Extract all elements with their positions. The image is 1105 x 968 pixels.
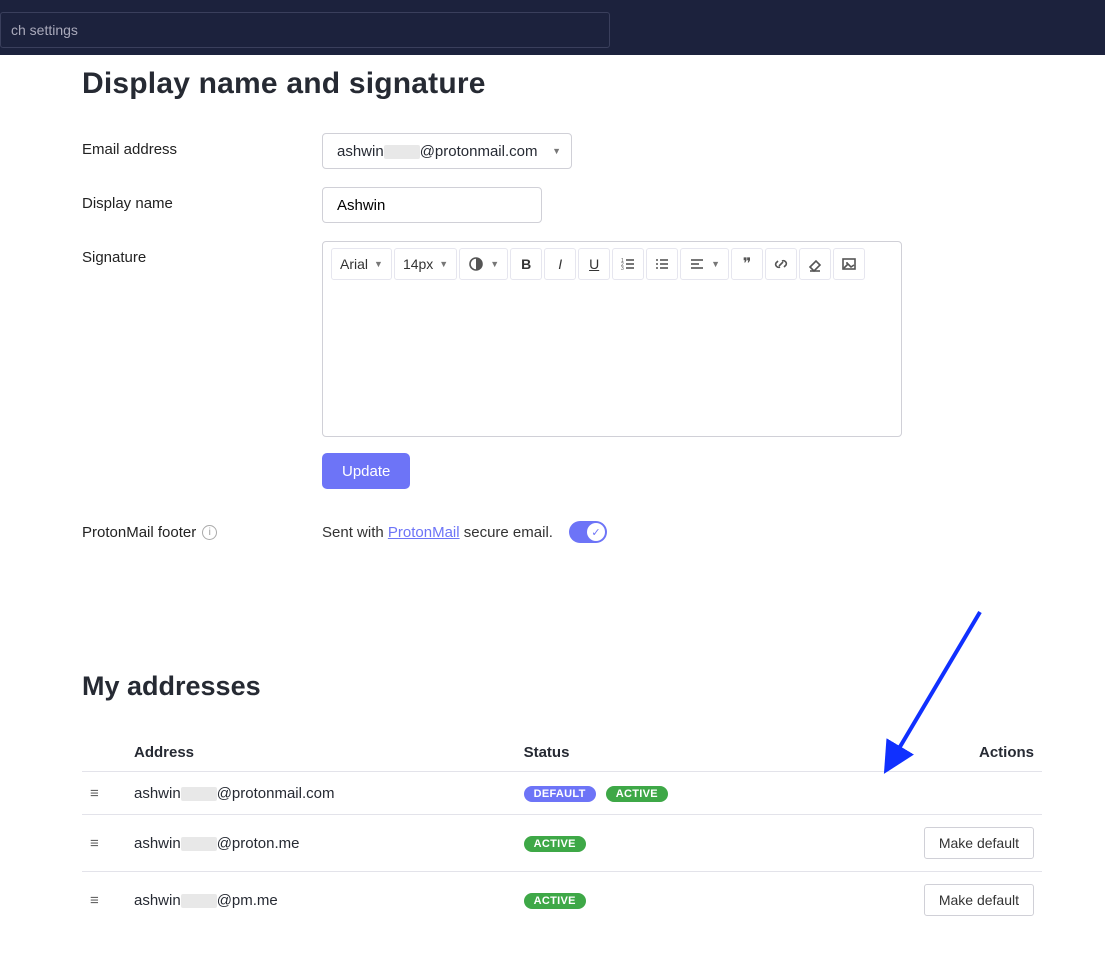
topbar	[0, 0, 1105, 55]
footer-content: Sent with ProtonMail secure email. ✓	[322, 521, 1023, 543]
address-cell: ashwin@pm.me	[126, 872, 516, 929]
eraser-icon	[807, 256, 823, 272]
check-icon: ✓	[587, 523, 605, 541]
italic-button[interactable]: I	[544, 248, 576, 280]
search-input[interactable]	[0, 12, 610, 48]
col-address: Address	[126, 734, 516, 772]
row-footer: ProtonMail footer i Sent with ProtonMail…	[82, 521, 1023, 543]
active-badge: ACTIVE	[524, 836, 586, 852]
chevron-down-icon: ▼	[711, 259, 720, 269]
col-status: Status	[516, 734, 815, 772]
chevron-down-icon: ▼	[552, 146, 561, 156]
status-cell: ACTIVE	[516, 872, 815, 929]
signature-editor: Arial▼ 14px▼ ▼ B I U 123 ▼ ❞	[322, 241, 902, 437]
protonmail-link[interactable]: ProtonMail	[388, 524, 460, 541]
email-select-value: ashwin@protonmail.com	[337, 143, 537, 160]
label-signature: Signature	[82, 241, 322, 266]
bold-button[interactable]: B	[510, 248, 542, 280]
align-left-icon	[689, 256, 705, 272]
unordered-list-icon	[654, 256, 670, 272]
redacted	[181, 837, 217, 851]
clear-format-button[interactable]	[799, 248, 831, 280]
status-cell: DEFAULT ACTIVE	[516, 772, 815, 815]
color-select[interactable]: ▼	[459, 248, 508, 280]
drag-handle-icon[interactable]: ≡	[82, 815, 126, 872]
ordered-list-button[interactable]: 123	[612, 248, 644, 280]
link-button[interactable]	[765, 248, 797, 280]
col-actions: Actions	[815, 734, 1042, 772]
bold-icon: B	[521, 256, 531, 272]
info-icon[interactable]: i	[202, 525, 217, 540]
active-badge: ACTIVE	[606, 786, 668, 802]
unordered-list-button[interactable]	[646, 248, 678, 280]
row-email: Email address ashwin@protonmail.com ▼	[82, 133, 1023, 169]
email-select[interactable]: ashwin@protonmail.com ▼	[322, 133, 572, 169]
chevron-down-icon: ▼	[374, 259, 383, 269]
drag-handle-icon[interactable]: ≡	[82, 872, 126, 929]
address-cell: ashwin@proton.me	[126, 815, 516, 872]
align-select[interactable]: ▼	[680, 248, 729, 280]
label-footer: ProtonMail footer i	[82, 524, 322, 541]
make-default-button[interactable]: Make default	[924, 884, 1034, 916]
drag-handle-icon[interactable]: ≡	[82, 772, 126, 815]
make-default-button[interactable]: Make default	[924, 827, 1034, 859]
label-email: Email address	[82, 133, 322, 158]
addresses-table: Address Status Actions ≡ ashwin@protonma…	[82, 734, 1042, 928]
ordered-list-icon: 123	[620, 256, 636, 272]
status-cell: ACTIVE	[516, 815, 815, 872]
editor-toolbar: Arial▼ 14px▼ ▼ B I U 123 ▼ ❞	[323, 242, 901, 286]
section-title-addresses: My addresses	[82, 671, 1023, 702]
italic-icon: I	[558, 256, 562, 272]
section-title-identity: Display name and signature	[82, 67, 1023, 101]
page-content: Display name and signature Email address…	[0, 67, 1105, 968]
table-row: ≡ ashwin@proton.me ACTIVE Make default	[82, 815, 1042, 872]
contrast-icon	[468, 256, 484, 272]
active-badge: ACTIVE	[524, 893, 586, 909]
insert-image-button[interactable]	[833, 248, 865, 280]
quote-icon: ❞	[743, 254, 752, 274]
redacted	[181, 894, 217, 908]
image-icon	[841, 256, 857, 272]
table-row: ≡ ashwin@protonmail.com DEFAULT ACTIVE	[82, 772, 1042, 815]
row-signature: Signature Arial▼ 14px▼ ▼ B I U 123 ▼ ❞	[82, 241, 1023, 489]
font-size-select[interactable]: 14px▼	[394, 248, 457, 280]
svg-text:3: 3	[621, 266, 624, 272]
chevron-down-icon: ▼	[490, 259, 499, 269]
chevron-down-icon: ▼	[439, 259, 448, 269]
table-row: ≡ ashwin@pm.me ACTIVE Make default	[82, 872, 1042, 929]
redacted	[181, 787, 217, 801]
underline-button[interactable]: U	[578, 248, 610, 280]
quote-button[interactable]: ❞	[731, 248, 763, 280]
link-icon	[773, 256, 789, 272]
underline-icon: U	[589, 256, 599, 272]
signature-textarea[interactable]	[323, 286, 901, 436]
address-cell: ashwin@protonmail.com	[126, 772, 516, 815]
row-display-name: Display name	[82, 187, 1023, 223]
display-name-input[interactable]	[322, 187, 542, 223]
update-button[interactable]: Update	[322, 453, 410, 489]
default-badge: DEFAULT	[524, 786, 596, 802]
footer-toggle[interactable]: ✓	[569, 521, 607, 543]
redacted	[384, 145, 420, 159]
font-family-select[interactable]: Arial▼	[331, 248, 392, 280]
label-display-name: Display name	[82, 187, 322, 212]
